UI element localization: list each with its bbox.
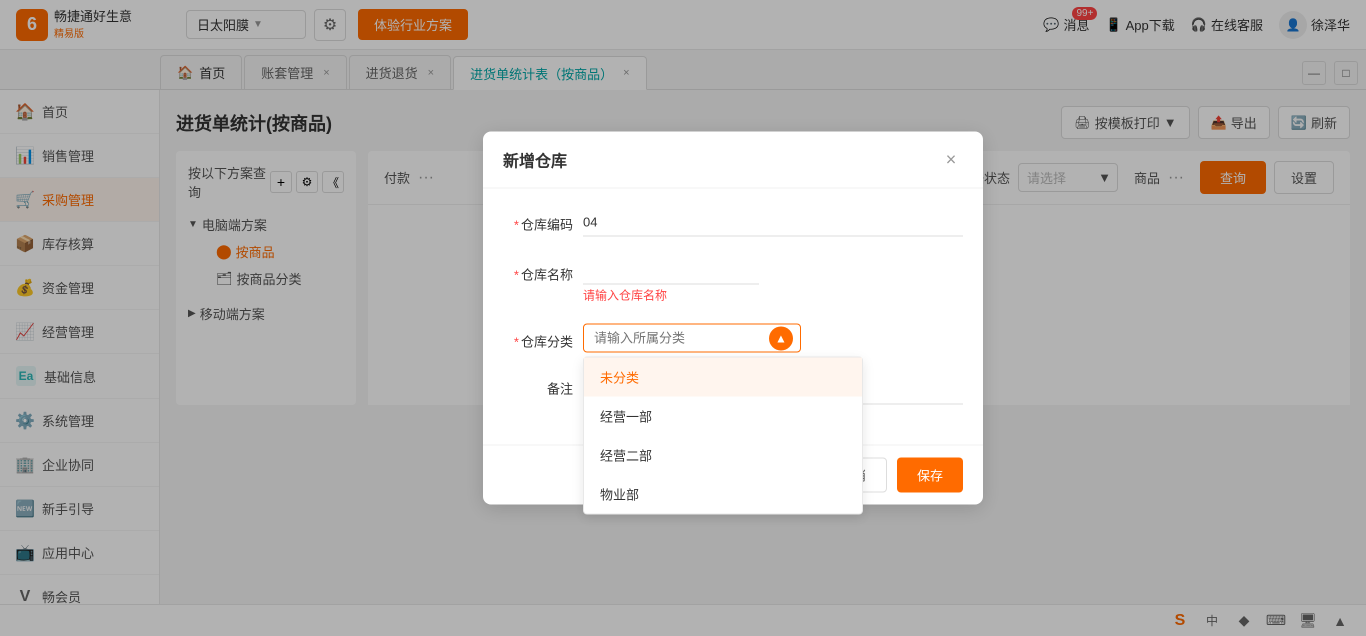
add-warehouse-dialog: 新增仓库 × 仓库编码 仓库名称 请输入仓库名称 仓库分类 ▲ bbox=[483, 132, 983, 505]
dialog-header: 新增仓库 × bbox=[483, 132, 983, 189]
name-input[interactable] bbox=[583, 257, 759, 285]
name-label: 仓库名称 bbox=[503, 258, 583, 283]
code-label: 仓库编码 bbox=[503, 209, 583, 234]
name-field-row: 仓库名称 请输入仓库名称 bbox=[503, 257, 963, 304]
dropdown-item-uncategorized[interactable]: 未分类 bbox=[584, 358, 862, 397]
save-button[interactable]: 保存 bbox=[897, 458, 963, 493]
dialog-body: 仓库编码 仓库名称 请输入仓库名称 仓库分类 ▲ 未分类 经营一部 bbox=[483, 189, 983, 445]
dropdown-item-property[interactable]: 物业部 bbox=[584, 475, 862, 514]
dropdown-item-dept2[interactable]: 经营二部 bbox=[584, 436, 862, 475]
remark-label: 备注 bbox=[503, 373, 583, 398]
category-label: 仓库分类 bbox=[503, 326, 583, 351]
category-select-wrapper: ▲ 未分类 经营一部 经营二部 物业部 bbox=[583, 324, 801, 353]
category-field-row: 仓库分类 ▲ 未分类 经营一部 经营二部 物业部 bbox=[503, 324, 963, 353]
dropdown-item-dept1[interactable]: 经营一部 bbox=[584, 397, 862, 436]
code-field-row: 仓库编码 bbox=[503, 209, 963, 237]
category-dropdown: 未分类 经营一部 经营二部 物业部 bbox=[583, 357, 863, 515]
code-input[interactable] bbox=[583, 209, 963, 237]
dialog-title: 新增仓库 bbox=[503, 148, 567, 172]
name-error-message: 请输入仓库名称 bbox=[583, 287, 667, 304]
select-arrow-button[interactable]: ▲ bbox=[769, 326, 793, 350]
dialog-close-button[interactable]: × bbox=[939, 148, 963, 172]
